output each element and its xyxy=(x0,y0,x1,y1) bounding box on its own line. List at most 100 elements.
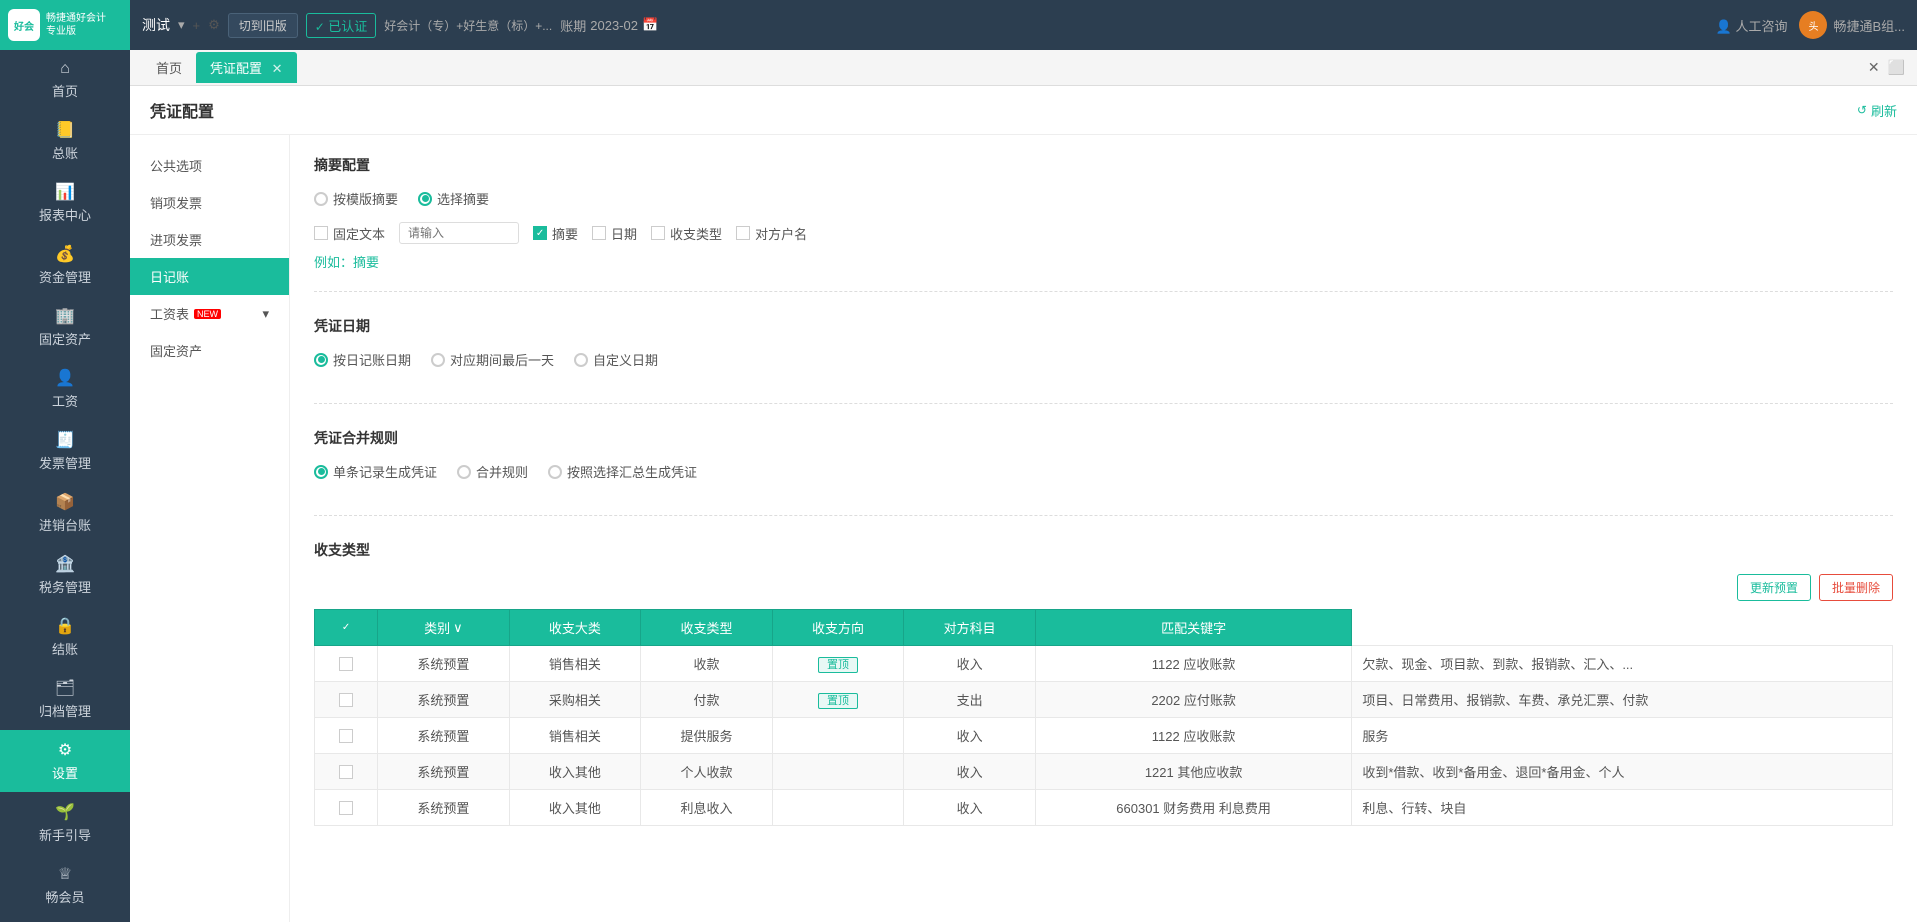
cell-tag xyxy=(772,790,904,826)
summary-radio-group: 按模版摘要 选择摘要 xyxy=(314,189,1893,208)
sidebar-item-reports[interactable]: 📊 报表中心 xyxy=(0,172,130,234)
checkbox-box-counterpart xyxy=(736,226,750,240)
radio-single-circle xyxy=(314,465,328,479)
cell-income-type: 收款 xyxy=(641,646,773,682)
radio-template-summary[interactable]: 按模版摘要 xyxy=(314,189,398,208)
sidebar-item-settings[interactable]: ⚙ 设置 xyxy=(0,730,130,792)
checkbox-income-type[interactable]: 收支类型 xyxy=(651,224,722,243)
left-nav-sales-invoice[interactable]: 销项发票 xyxy=(130,184,289,221)
sidebar-item-funds[interactable]: 💰 资金管理 xyxy=(0,234,130,296)
radio-choose-summary[interactable]: 选择摘要 xyxy=(418,189,489,208)
cell-keywords: 服务 xyxy=(1352,718,1893,754)
sidebar-item-label: 归档管理 xyxy=(39,701,91,720)
radio-summary-gen[interactable]: 按照选择汇总生成凭证 xyxy=(548,462,697,481)
cell-tag xyxy=(772,754,904,790)
cell-keywords: 欠款、现金、项目款、到款、报销款、汇入、... xyxy=(1352,646,1893,682)
app-logo: 好会 畅捷通好会计 专业版 xyxy=(0,0,130,50)
maximize-button[interactable]: ⬜ xyxy=(1888,59,1905,76)
checkbox-fixed-text[interactable]: 固定文本 xyxy=(314,224,385,243)
help-label[interactable]: 👤 人工咨询 xyxy=(1716,16,1788,35)
sidebar-item-label: 报表中心 xyxy=(39,205,91,224)
radio-custom-date[interactable]: 自定义日期 xyxy=(574,350,658,369)
close-window-button[interactable]: ✕ xyxy=(1868,59,1880,76)
cell-income-type: 利息收入 xyxy=(641,790,773,826)
checkbox-box-checked: ✓ xyxy=(533,226,547,240)
left-nav: 公共选项 销项发票 进项发票 日记账 工资表 NEW ▾ xyxy=(130,135,290,922)
table-row: 系统预置 收入其他 个人收款 收入 1221 其他应收款 收到*借款、收到*备用… xyxy=(315,754,1893,790)
radio-merge-rule[interactable]: 合并规则 xyxy=(457,462,528,481)
sidebar-item-label: 首页 xyxy=(52,81,78,100)
calendar-icon[interactable]: 📅 xyxy=(642,17,658,33)
sidebar-item-home[interactable]: ⌂ 首页 xyxy=(0,50,130,110)
topbar-dropdown-arrow[interactable]: ▾ xyxy=(178,17,185,33)
col-category[interactable]: 类别 ∨ xyxy=(378,610,510,646)
section-income-type: 收支类型 更新预置 批量删除 ✓ 类别 ∨ xyxy=(314,540,1893,846)
content-body: 公共选项 销项发票 进项发票 日记账 工资表 NEW ▾ xyxy=(130,135,1917,922)
sidebar-item-tax[interactable]: 🏦 税务管理 xyxy=(0,544,130,606)
archive-icon: 🗂 xyxy=(55,678,75,698)
sidebar-item-member[interactable]: ♕ 畅会员 xyxy=(0,854,130,916)
sidebar-item-purchase[interactable]: 📦 进销台账 xyxy=(0,482,130,544)
reports-icon: 📊 xyxy=(55,182,75,202)
sidebar: 好会 畅捷通好会计 专业版 ⌂ 首页 📒 总账 📊 报表中心 💰 资金管理 🏢 … xyxy=(0,0,130,922)
sidebar-item-invoice-mgmt[interactable]: 🧾 发票管理 xyxy=(0,420,130,482)
row-checkbox[interactable] xyxy=(339,729,353,743)
checkbox-box xyxy=(314,226,328,240)
tab-close-icon[interactable]: ✕ xyxy=(272,61,283,76)
col-checkbox[interactable]: ✓ xyxy=(315,610,378,646)
radio-single-record[interactable]: 单条记录生成凭证 xyxy=(314,462,437,481)
cell-category: 系统预置 xyxy=(378,790,510,826)
left-nav-public[interactable]: 公共选项 xyxy=(130,147,289,184)
tab-voucher-config[interactable]: 凭证配置 ✕ xyxy=(196,52,297,83)
sidebar-item-newbie[interactable]: 🌱 新手引导 xyxy=(0,792,130,854)
fixed-text-input[interactable] xyxy=(399,222,519,244)
row-checkbox[interactable] xyxy=(339,801,353,815)
sidebar-item-salary[interactable]: 👤 工资 xyxy=(0,358,130,420)
section-title-merge: 凭证合并规则 xyxy=(314,428,1893,448)
row-checkbox[interactable] xyxy=(339,657,353,671)
left-nav-salary-table[interactable]: 工资表 NEW ▾ xyxy=(130,295,289,332)
page-title: 凭证配置 xyxy=(150,98,214,122)
pin-tag[interactable]: 置顶 xyxy=(818,657,858,673)
sidebar-item-label: 税务管理 xyxy=(39,577,91,596)
topbar-title: 测试 xyxy=(142,15,170,35)
row-checkbox[interactable] xyxy=(339,693,353,707)
left-nav-fixed-assets[interactable]: 固定资产 xyxy=(130,332,289,369)
sidebar-item-archive[interactable]: 🗂 归档管理 xyxy=(0,668,130,730)
row-checkbox[interactable] xyxy=(339,765,353,779)
cell-direction: 收入 xyxy=(904,718,1036,754)
checkbox-counterpart[interactable]: 对方户名 xyxy=(736,224,807,243)
checkbox-date[interactable]: 日期 xyxy=(592,224,637,243)
pin-tag[interactable]: 置顶 xyxy=(818,693,858,709)
invoice-icon: 🧾 xyxy=(55,430,75,450)
cell-tag[interactable]: 置顶 xyxy=(772,646,904,682)
cell-account: 2202 应付账款 xyxy=(1035,682,1351,718)
cell-income-type: 个人收款 xyxy=(641,754,773,790)
left-nav-purchase-invoice[interactable]: 进项发票 xyxy=(130,221,289,258)
section-title-summary: 摘要配置 xyxy=(314,155,1893,175)
checkbox-box-income xyxy=(651,226,665,240)
left-nav-journal[interactable]: 日记账 xyxy=(130,258,289,295)
update-preset-button[interactable]: 更新预置 xyxy=(1737,574,1811,601)
checkbox-summary[interactable]: ✓ 摘要 xyxy=(533,224,578,243)
topbar-user[interactable]: 头 畅捷通B组... xyxy=(1799,11,1905,39)
col-income-type: 收支类型 xyxy=(641,610,773,646)
example-text: 例如：摘要 xyxy=(314,252,1893,271)
refresh-button[interactable]: ↺ 刷新 xyxy=(1857,101,1897,120)
sidebar-item-closing[interactable]: 🔒 结账 xyxy=(0,606,130,668)
sidebar-item-fixed-assets[interactable]: 🏢 固定资产 xyxy=(0,296,130,358)
cell-tag[interactable]: 置顶 xyxy=(772,682,904,718)
sidebar-item-ledger[interactable]: 📒 总账 xyxy=(0,110,130,172)
content-area: 凭证配置 ↺ 刷新 公共选项 销项发票 进项发票 日记账 xyxy=(130,86,1917,922)
new-badge: NEW xyxy=(194,309,221,319)
logo-text: 畅捷通好会计 专业版 xyxy=(46,12,106,38)
cell-direction: 收入 xyxy=(904,646,1036,682)
tab-home[interactable]: 首页 xyxy=(142,52,196,83)
sidebar-item-label: 固定资产 xyxy=(39,329,91,348)
radio-journal-date[interactable]: 按日记账日期 xyxy=(314,350,411,369)
radio-period-last[interactable]: 对应期间最后一天 xyxy=(431,350,554,369)
switch-version-button[interactable]: 切到旧版 xyxy=(228,13,298,38)
batch-delete-button[interactable]: 批量删除 xyxy=(1819,574,1893,601)
income-type-table: ✓ 类别 ∨ 收支大类 收支类型 xyxy=(314,609,1893,826)
main-area: 测试 ▾ + ⚙ 切到旧版 ✓ 已认证 好会计（专）+好生意（标）+... 账期… xyxy=(130,0,1917,922)
